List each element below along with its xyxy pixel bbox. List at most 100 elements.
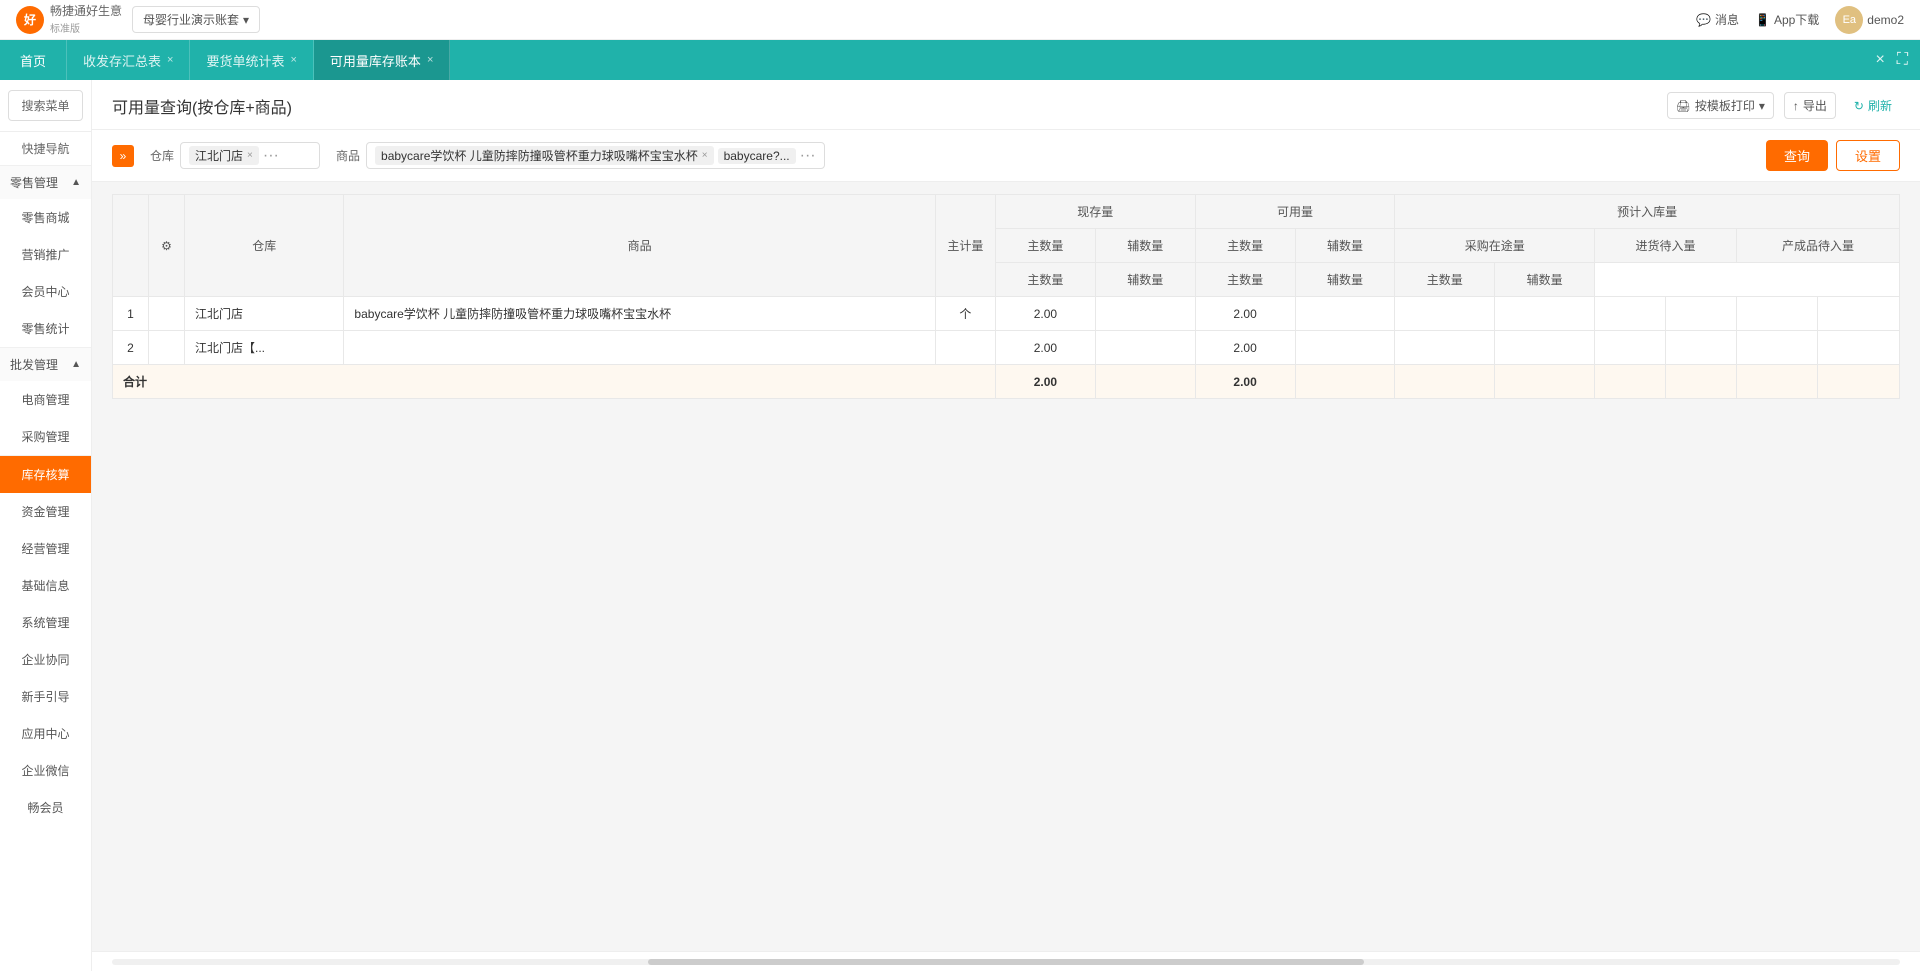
tab-order-stats-close[interactable]: ×	[290, 54, 296, 66]
sidebar-item-member2[interactable]: 畅会员	[0, 789, 91, 826]
row1-finished-main	[1736, 297, 1817, 331]
warehouse-input[interactable]: 江北门店 × ···	[180, 142, 320, 169]
industry-selector-label: 母婴行业演示账套	[143, 11, 239, 28]
sidebar-item-operation[interactable]: 经营管理	[0, 530, 91, 567]
sidebar-section-wholesale-label: 批发管理	[10, 356, 58, 373]
nav-tabs: 首页 收发存汇总表 × 要货单统计表 × 可用量库存账本 × × ⛶	[0, 40, 1920, 80]
export-label: 导出	[1803, 97, 1827, 114]
tab-available-stock[interactable]: 可用量库存账本 ×	[314, 40, 450, 80]
sidebar-item-purchase[interactable]: 采购管理	[0, 418, 91, 455]
sidebar-section-retail-header[interactable]: 零售管理 ▲	[0, 166, 91, 199]
search-menu-btn[interactable]: 搜索菜单	[8, 90, 83, 121]
row1-current-aux	[1095, 297, 1195, 331]
row1-warehouse: 江北门店	[185, 297, 344, 331]
product-tag1-close[interactable]: ×	[702, 150, 708, 161]
warehouse-tag-close[interactable]: ×	[247, 150, 253, 161]
tab-order-stats-label: 要货单统计表	[206, 51, 284, 70]
sidebar-item-new-guide[interactable]: 新手引导	[0, 678, 91, 715]
message-btn[interactable]: 💬 消息	[1696, 11, 1739, 28]
table-header-row1: ⚙ 仓库 商品 主计量 现存量 可用量 预计入库量	[113, 195, 1900, 229]
tab-receivable[interactable]: 收发存汇总表 ×	[67, 40, 190, 80]
user-btn[interactable]: Ea demo2	[1835, 6, 1904, 34]
sidebar-item-app-center[interactable]: 应用中心	[0, 715, 91, 752]
warehouse-more-btn[interactable]: ···	[263, 147, 279, 165]
col-current-main-header: 主数量	[995, 229, 1095, 263]
col-finished-aux-header: 辅数量	[1495, 263, 1595, 297]
refresh-btn[interactable]: ↻ 刷新	[1846, 93, 1900, 118]
sidebar-item-inventory[interactable]: 库存核算	[0, 456, 91, 493]
col-purchase-transit-header: 采购在途量	[1395, 229, 1595, 263]
table-area: ⚙ 仓库 商品 主计量 现存量 可用量 预计入库量 主数量 辅数量 主数量 辅数…	[92, 182, 1920, 951]
warehouse-tag: 江北门店 ×	[189, 146, 259, 165]
row2-available-main: 2.00	[1195, 331, 1295, 365]
col-available-main-header: 主数量	[1195, 229, 1295, 263]
scrollbar-thumb[interactable]	[648, 959, 1363, 965]
sidebar-item-ecommerce-label: 电商管理	[21, 391, 69, 408]
scrollbar-track[interactable]	[112, 959, 1900, 965]
industry-selector[interactable]: 母婴行业演示账套 ▾	[132, 6, 260, 33]
sidebar-item-retail-mall[interactable]: 零售商城	[0, 199, 91, 236]
sidebar-item-wecom-label: 企业微信	[21, 762, 69, 779]
row2-available-aux	[1295, 331, 1395, 365]
refresh-icon: ↻	[1854, 99, 1864, 113]
query-btn[interactable]: 查询	[1766, 140, 1828, 171]
summary-available-aux	[1295, 365, 1395, 399]
sidebar-item-wecom[interactable]: 企业微信	[0, 752, 91, 789]
col-warehouse-header: 仓库	[185, 195, 344, 297]
logo-text: 畅捷通好生意	[50, 4, 122, 20]
sidebar-quick-nav[interactable]: 快捷导航	[0, 132, 91, 166]
sidebar-item-system[interactable]: 系统管理	[0, 604, 91, 641]
summary-current-aux	[1095, 365, 1195, 399]
row1-gear[interactable]	[149, 297, 185, 331]
tab-receivable-close[interactable]: ×	[167, 54, 173, 66]
sidebar-item-finance[interactable]: 资金管理	[0, 493, 91, 530]
summary-incoming-main	[1595, 365, 1666, 399]
close-all-icon[interactable]: ×	[1871, 47, 1888, 73]
sidebar-item-marketing[interactable]: 营销推广	[0, 236, 91, 273]
row1-purchase-main	[1395, 297, 1495, 331]
sidebar-item-member[interactable]: 会员中心	[0, 273, 91, 310]
row2-finished-main	[1736, 331, 1817, 365]
sidebar-section-wholesale-header[interactable]: 批发管理 ▲	[0, 348, 91, 381]
sidebar-item-enterprise-label: 企业协同	[21, 651, 69, 668]
print-template-btn[interactable]: 🖨 按模板打印 ▾	[1667, 92, 1774, 119]
export-btn[interactable]: ↑ 导出	[1784, 92, 1836, 119]
data-table: ⚙ 仓库 商品 主计量 现存量 可用量 预计入库量 主数量 辅数量 主数量 辅数…	[112, 194, 1900, 399]
sidebar-item-operation-label: 经营管理	[21, 540, 69, 557]
sidebar-search-area: 搜索菜单	[0, 80, 91, 132]
col-gear: ⚙	[149, 195, 185, 297]
fullscreen-icon[interactable]: ⛶	[1893, 47, 1912, 73]
row1-available-aux	[1295, 297, 1395, 331]
tab-order-stats[interactable]: 要货单统计表 ×	[190, 40, 313, 80]
setting-btn[interactable]: 设置	[1836, 140, 1900, 171]
row1-incoming-main	[1595, 297, 1666, 331]
product-tag1: babycare学饮杯 儿童防摔防撞吸管杯重力球吸嘴杯宝宝水杯 ×	[375, 146, 714, 165]
message-label: 消息	[1715, 11, 1739, 28]
filter-warehouse-group: 仓库 江北门店 × ···	[150, 142, 320, 169]
logo-texts: 畅捷通好生意 标准版	[50, 4, 122, 35]
filter-expand-btn[interactable]: »	[112, 145, 134, 167]
product-more-btn[interactable]: ···	[800, 147, 816, 165]
sidebar-section-retail-label: 零售管理	[10, 174, 58, 191]
avatar: Ea	[1835, 6, 1863, 34]
col-purchase-aux-header: 辅数量	[1095, 263, 1195, 297]
sidebar-item-enterprise[interactable]: 企业协同	[0, 641, 91, 678]
col-finished-pending-header: 产成品待入量	[1736, 229, 1899, 263]
sidebar-item-app-center-label: 应用中心	[21, 725, 69, 742]
sidebar-item-basic[interactable]: 基础信息	[0, 567, 91, 604]
col-incoming-main-header: 主数量	[1195, 263, 1295, 297]
product-input[interactable]: babycare学饮杯 儿童防摔防撞吸管杯重力球吸嘴杯宝宝水杯 × babyca…	[366, 142, 825, 169]
retail-arrow-icon: ▲	[71, 177, 81, 188]
sidebar-item-ecommerce[interactable]: 电商管理	[0, 381, 91, 418]
app-download-btn[interactable]: 📱 App下载	[1755, 11, 1819, 28]
tab-available-stock-close[interactable]: ×	[427, 54, 433, 66]
filter-product-group: 商品 babycare学饮杯 儿童防摔防撞吸管杯重力球吸嘴杯宝宝水杯 × bab…	[336, 142, 825, 169]
tab-home[interactable]: 首页	[0, 40, 67, 80]
sidebar-item-retail-stats-label: 零售统计	[21, 320, 69, 337]
row2-gear[interactable]	[149, 331, 185, 365]
summary-purchase-aux	[1495, 365, 1595, 399]
page-header: 可用量查询(按仓库+商品) 🖨 按模板打印 ▾ ↑ 导出 ↻ 刷新	[92, 80, 1920, 130]
sidebar-item-basic-label: 基础信息	[21, 577, 69, 594]
row2-current-aux	[1095, 331, 1195, 365]
sidebar-item-retail-stats[interactable]: 零售统计	[0, 310, 91, 347]
